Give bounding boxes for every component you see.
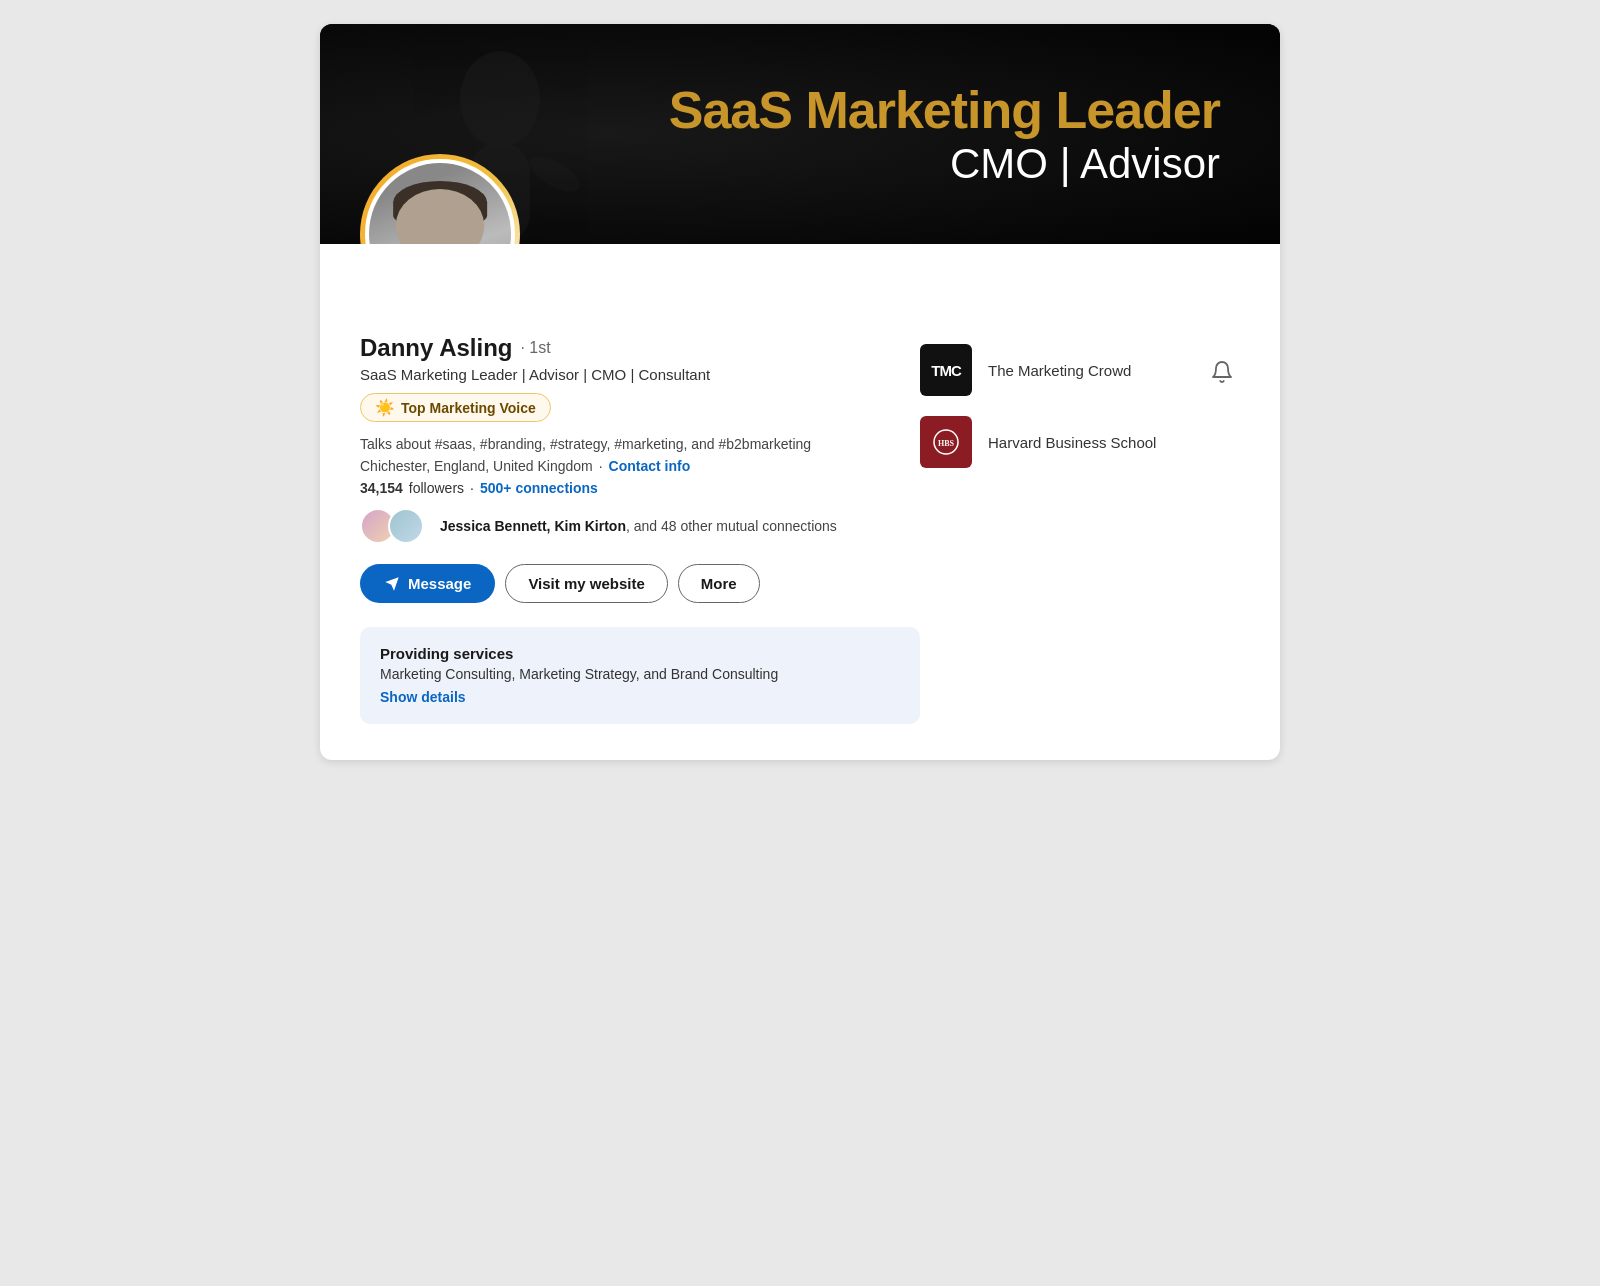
profile-headline: SaaS Marketing Leader | Advisor | CMO | … (360, 366, 920, 383)
avatar-photo (369, 163, 511, 244)
org-item-tmc: TMC The Marketing Crowd (920, 344, 1240, 396)
name-line: Danny Asling · 1st (360, 334, 920, 362)
services-title: Providing services (380, 645, 900, 662)
profile-body: Danny Asling · 1st SaaS Marketing Leader… (320, 334, 1280, 760)
hbs-logo-svg: HBS (928, 424, 964, 460)
profile-degree: · 1st (520, 339, 550, 357)
connections-link[interactable]: 500+ connections (480, 480, 598, 496)
profile-card: SaaS Marketing Leader CMO | Advisor (320, 24, 1280, 760)
contact-info-link[interactable]: Contact info (609, 458, 691, 474)
notification-bell[interactable] (1204, 354, 1240, 390)
profile-info-row: Danny Asling · 1st SaaS Marketing Leader… (360, 334, 1240, 724)
banner-line2: CMO | Advisor (669, 140, 1220, 188)
services-box: Providing services Marketing Consulting,… (360, 627, 920, 724)
banner: SaaS Marketing Leader CMO | Advisor (320, 24, 1280, 244)
message-icon (384, 576, 400, 592)
followers-count: 34,154 (360, 480, 403, 496)
more-button[interactable]: More (678, 564, 760, 603)
badge-label: Top Marketing Voice (401, 400, 536, 416)
followers-line: 34,154 followers · 500+ connections (360, 480, 920, 496)
org-name-tmc: The Marketing Crowd (988, 362, 1131, 379)
badge-icon: ☀️ (375, 398, 395, 417)
svg-text:HBS: HBS (938, 439, 955, 448)
followers-label: followers (409, 480, 464, 496)
dot-separator2: · (470, 480, 474, 496)
location-line: Chichester, England, United Kingdom · Co… (360, 458, 920, 474)
org-item-hbs: HBS Harvard Business School (920, 416, 1240, 468)
banner-line1: SaaS Marketing Leader (669, 80, 1220, 140)
actions-row: Message Visit my website More (360, 564, 920, 603)
message-button[interactable]: Message (360, 564, 495, 603)
svg-point-3 (525, 150, 585, 199)
mutual-avatars (360, 508, 416, 544)
profile-name: Danny Asling (360, 334, 512, 362)
svg-point-0 (460, 51, 540, 147)
mutual-avatar-2 (388, 508, 424, 544)
profile-right: TMC The Marketing Crowd HBS Harvard Busi… (920, 334, 1240, 724)
mutual-text: Jessica Bennett, Kim Kirton, and 48 othe… (426, 518, 837, 534)
talks-about: Talks about #saas, #branding, #strategy,… (360, 436, 920, 452)
show-details-link[interactable]: Show details (380, 689, 466, 705)
profile-left: Danny Asling · 1st SaaS Marketing Leader… (360, 334, 920, 724)
dot-separator: · (599, 458, 603, 474)
location-text: Chichester, England, United Kingdom (360, 458, 593, 474)
org-logo-hbs: HBS (920, 416, 972, 468)
top-voice-badge: ☀️ Top Marketing Voice (360, 393, 551, 422)
banner-text: SaaS Marketing Leader CMO | Advisor (669, 80, 1220, 188)
visit-website-button[interactable]: Visit my website (505, 564, 667, 603)
services-list: Marketing Consulting, Marketing Strategy… (380, 666, 900, 682)
org-logo-tmc: TMC (920, 344, 972, 396)
mutual-connections: Jessica Bennett, Kim Kirton, and 48 othe… (360, 508, 920, 544)
org-name-hbs: Harvard Business School (988, 434, 1156, 451)
